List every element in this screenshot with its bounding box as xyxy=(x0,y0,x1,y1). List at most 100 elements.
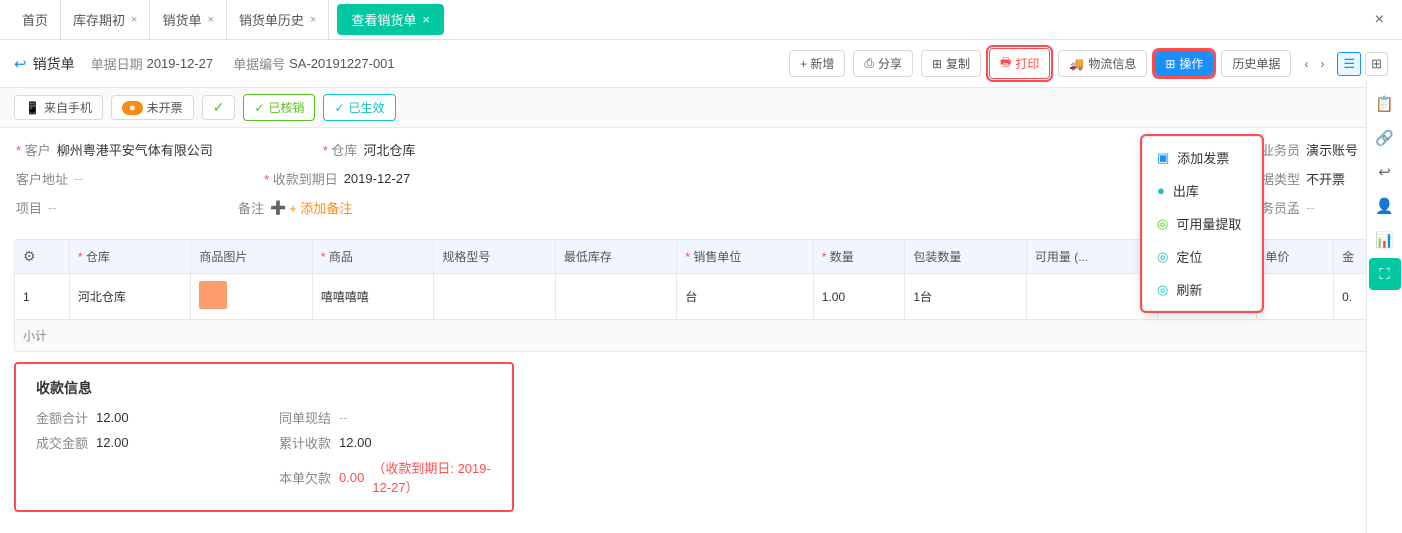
address-value[interactable]: -- xyxy=(74,171,154,186)
main-content: ↩ 销货单 单据日期 2019-12-27 单据编号 SA-20191227-0… xyxy=(0,40,1402,533)
effective-label: 已生效 xyxy=(349,99,385,116)
header-actions: + 新增 ⎙ 分享 ⊞ 复制 🖶 打印 🚚 物流信息 xyxy=(789,48,1388,79)
warehouse-label: 仓库 xyxy=(323,140,358,159)
new-button[interactable]: + 新增 xyxy=(789,50,845,77)
tab-bar: 首页 库存期初 × 销货单 × 销货单历史 × 查看销货单 × × xyxy=(0,0,1402,40)
project-value[interactable]: -- xyxy=(48,200,128,215)
tab-home-label: 首页 xyxy=(22,10,48,29)
dropdown-add-invoice[interactable]: ▣ 添加发票 xyxy=(1143,141,1261,174)
history-button[interactable]: 历史单据 xyxy=(1221,50,1291,77)
grid-view-icon[interactable]: ⊞ xyxy=(1365,52,1388,76)
project-field: 项目 -- xyxy=(16,198,128,217)
outbound-label: 出库 xyxy=(1173,181,1199,200)
tab-sales-history[interactable]: 销货单历史 × xyxy=(227,0,329,39)
dropdown-outbound[interactable]: ● 出库 xyxy=(1143,174,1261,207)
tab-sales-history-label: 销货单历史 xyxy=(239,10,304,29)
phone-icon: 📱 xyxy=(25,101,40,115)
doc-type-label: 销货单 xyxy=(33,54,75,74)
from-phone-button[interactable]: 📱 来自手机 xyxy=(14,95,103,120)
due-date-field: 收款到期日 2019-12-27 xyxy=(264,169,424,188)
add-note-button[interactable]: ➕ + 添加备注 xyxy=(270,198,352,217)
th-gear[interactable]: ⚙ xyxy=(15,240,69,274)
window-close-button[interactable]: × xyxy=(1367,7,1392,33)
dropdown-available-qty[interactable]: ◎ 可用量提取 xyxy=(1143,207,1261,240)
next-arrow[interactable]: › xyxy=(1315,55,1329,73)
td-index: 1 xyxy=(15,274,69,320)
customer-value[interactable]: 柳州粤港平安气体有限公司 xyxy=(57,140,213,159)
view-icons: ☰ ⊞ xyxy=(1337,52,1388,76)
sidebar-icon-4[interactable]: 👤 xyxy=(1369,190,1401,222)
right-sidebar: 📋 🔗 ↩ 👤 📊 ⛶ xyxy=(1366,80,1402,533)
operations-button[interactable]: ⊞ 操作 xyxy=(1155,51,1213,76)
print-icon: 🖶 xyxy=(1000,53,1011,74)
copy-label: 复制 xyxy=(946,55,970,72)
th-unit-price: 单价 xyxy=(1257,240,1334,274)
sold-out-icon: ✓ xyxy=(254,101,264,115)
th-pack-qty: 包装数量 xyxy=(905,240,1027,274)
warehouse-value[interactable]: 河北仓库 xyxy=(363,140,443,159)
transaction-value: 12.00 xyxy=(96,435,129,450)
td-pack-qty: 1台 xyxy=(905,274,1027,320)
sidebar-icon-3[interactable]: ↩ xyxy=(1369,156,1401,188)
tab-stock-init-label: 库存期初 xyxy=(73,10,125,29)
tab-check-sales[interactable]: 查看销货单 × xyxy=(337,4,444,35)
list-view-icon[interactable]: ☰ xyxy=(1337,52,1361,76)
tab-home[interactable]: 首页 xyxy=(10,0,61,39)
history-label: 历史单据 xyxy=(1232,55,1280,72)
dropdown-menu: ▣ 添加发票 ● 出库 ◎ 可用量提取 ◎ 定位 ◎ 刷新 xyxy=(1142,136,1262,311)
locate-label: 定位 xyxy=(1176,247,1202,266)
tab-stock-init[interactable]: 库存期初 × xyxy=(61,0,150,39)
sold-out-button[interactable]: ✓ 已核销 xyxy=(243,94,315,121)
sidebar-icon-1[interactable]: 📋 xyxy=(1369,88,1401,120)
not-open-button[interactable]: ● 未开票 xyxy=(111,95,194,120)
doc-title: ↩ 销货单 xyxy=(14,54,75,74)
logistics-icon: 🚚 xyxy=(1069,57,1084,71)
refresh-icon: ◎ xyxy=(1157,282,1168,298)
available-qty-icon: ◎ xyxy=(1157,216,1168,232)
date-value: 2019-12-27 xyxy=(147,56,214,71)
note-field: 备注 ➕ + 添加备注 xyxy=(238,198,352,217)
check1-button[interactable]: ✓ xyxy=(202,95,236,120)
th-image: 商品图片 xyxy=(191,240,313,274)
tab-check-sales-close[interactable]: × xyxy=(422,12,430,27)
sidebar-icon-expand[interactable]: ⛶ xyxy=(1369,258,1401,290)
operations-label: 操作 xyxy=(1179,55,1203,72)
summary-grid: 金额合计 12.00 同单现结 -- 成交金额 12.00 累计收款 12.00… xyxy=(36,408,492,496)
tab-sales-order[interactable]: 销货单 × xyxy=(150,0,226,39)
th-quantity: * 数量 xyxy=(813,240,905,274)
add-note-icon: ➕ xyxy=(270,200,286,216)
project-label: 项目 xyxy=(16,198,42,217)
sidebar-icon-5[interactable]: 📊 xyxy=(1369,224,1401,256)
due-date-value[interactable]: 2019-12-27 xyxy=(344,171,424,186)
same-order-row: 同单现结 -- xyxy=(279,408,492,427)
tab-sales-history-close[interactable]: × xyxy=(310,14,316,26)
print-button[interactable]: 🖶 打印 xyxy=(989,48,1050,79)
add-note-label: + 添加备注 xyxy=(289,198,352,217)
prev-arrow[interactable]: ‹ xyxy=(1299,55,1313,73)
sidebar-icon-2[interactable]: 🔗 xyxy=(1369,122,1401,154)
header-bar: ↩ 销货单 单据日期 2019-12-27 单据编号 SA-20191227-0… xyxy=(0,40,1402,88)
effective-button[interactable]: ✓ 已生效 xyxy=(323,94,395,121)
customer-field: 客户 柳州粤港平安气体有限公司 xyxy=(16,140,213,159)
note-label: 备注 xyxy=(238,198,264,217)
dropdown-refresh[interactable]: ◎ 刷新 xyxy=(1143,273,1261,306)
total-amount-label: 金额合计 xyxy=(36,408,88,427)
td-sales-unit: 台 xyxy=(677,274,813,320)
arrears-label: 本单欠款 xyxy=(279,468,331,487)
tab-sales-order-close[interactable]: × xyxy=(207,14,213,26)
share-label: 分享 xyxy=(878,55,902,72)
product-image xyxy=(199,281,227,309)
logistics-button[interactable]: 🚚 物流信息 xyxy=(1058,50,1147,77)
share-button[interactable]: ⎙ 分享 xyxy=(853,50,913,77)
td-product: 嘻嘻嘻嘻 xyxy=(312,274,434,320)
subtotal-row: 小计 xyxy=(15,320,1387,352)
tab-stock-init-close[interactable]: × xyxy=(131,14,137,26)
dropdown-locate[interactable]: ◎ 定位 xyxy=(1143,240,1261,273)
th-warehouse: * 仓库 xyxy=(69,240,191,274)
operations-icon: ⊞ xyxy=(1165,57,1175,71)
customer-label: 客户 xyxy=(16,140,51,159)
refresh-label: 刷新 xyxy=(1176,280,1202,299)
th-available: 可用量 (... xyxy=(1026,240,1157,274)
copy-button[interactable]: ⊞ 复制 xyxy=(921,50,981,77)
arrears-value: 0.00 xyxy=(339,470,364,485)
